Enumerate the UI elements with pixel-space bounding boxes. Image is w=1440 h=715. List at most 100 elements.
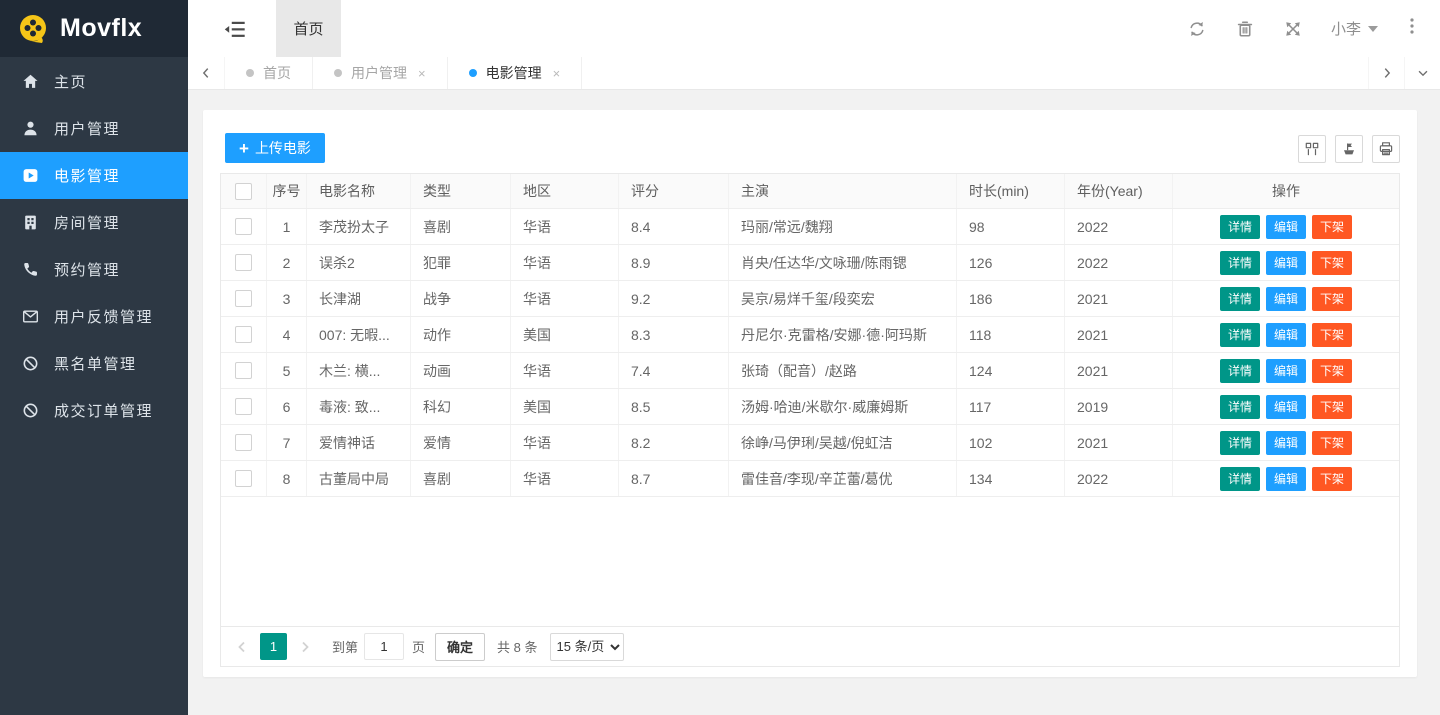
header-actions: 小李 — [1173, 0, 1440, 57]
take-down-button[interactable]: 下架 — [1312, 250, 1353, 275]
cell-year: 2021 — [1065, 281, 1173, 316]
cell-no: 8 — [267, 461, 307, 496]
columns-filter-icon[interactable] — [1298, 135, 1326, 163]
close-icon[interactable]: × — [553, 66, 561, 81]
detail-button[interactable]: 详情 — [1219, 322, 1260, 347]
refresh-icon[interactable] — [1188, 20, 1206, 38]
cell-region: 美国 — [511, 389, 619, 424]
detail-button[interactable]: 详情 — [1219, 250, 1260, 275]
edit-button[interactable]: 编辑 — [1265, 250, 1306, 275]
edit-button[interactable]: 编辑 — [1265, 394, 1306, 419]
sidebar-item-blacklist[interactable]: 黑名单管理 — [0, 340, 188, 387]
column-header: 类型 — [411, 174, 511, 208]
take-down-button[interactable]: 下架 — [1312, 214, 1353, 239]
cell-type: 喜剧 — [411, 461, 511, 496]
row-checkbox[interactable] — [235, 290, 252, 307]
upload-movie-label: 上传电影 — [254, 140, 311, 156]
tab-dot-icon — [246, 69, 254, 77]
cell-movie-name: 长津湖 — [307, 281, 411, 316]
cell-actors: 徐峥/马伊琍/吴越/倪虹洁 — [729, 425, 957, 460]
edit-button[interactable]: 编辑 — [1265, 286, 1306, 311]
edit-button[interactable]: 编辑 — [1265, 214, 1306, 239]
take-down-button[interactable]: 下架 — [1312, 322, 1353, 347]
upload-movie-button[interactable]: + 上传电影 — [225, 133, 325, 163]
phone-icon — [22, 261, 39, 278]
cell-no: 5 — [267, 353, 307, 388]
row-checkbox[interactable] — [235, 434, 252, 451]
more-icon[interactable] — [1404, 17, 1420, 40]
current-page-button[interactable]: 1 — [260, 633, 287, 660]
sidebar-item-orders[interactable]: 成交订单管理 — [0, 387, 188, 434]
sidebar-item-home[interactable]: 主页 — [0, 58, 188, 105]
edit-button[interactable]: 编辑 — [1265, 322, 1306, 347]
row-checkbox[interactable] — [235, 362, 252, 379]
cell-score: 8.2 — [619, 425, 729, 460]
header-home-tab[interactable]: 首页 — [276, 0, 341, 57]
cell-region: 华语 — [511, 461, 619, 496]
take-down-button[interactable]: 下架 — [1312, 358, 1353, 383]
prev-page-icon[interactable] — [229, 634, 255, 660]
row-checkbox[interactable] — [235, 326, 252, 343]
tabs-menu-icon[interactable] — [1404, 57, 1440, 89]
cell-movie-name: 古董局中局 — [307, 461, 411, 496]
detail-button[interactable]: 详情 — [1219, 430, 1260, 455]
next-page-icon[interactable] — [292, 634, 318, 660]
goto-label: 到第 — [332, 640, 359, 655]
tab-label: 电影管理 — [485, 65, 542, 81]
sidebar-menu: 主页 用户管理 电影管理 房间管理 预约管理 用户反馈管理 黑名单管理 成交订单… — [0, 57, 188, 434]
home-icon — [22, 73, 39, 90]
edit-button[interactable]: 编辑 — [1265, 358, 1306, 383]
tab-movie-management[interactable]: 电影管理 × — [448, 57, 583, 89]
detail-button[interactable]: 详情 — [1219, 466, 1260, 491]
row-checkbox[interactable] — [235, 254, 252, 271]
cell-score: 7.4 — [619, 353, 729, 388]
sidebar-item-rooms[interactable]: 房间管理 — [0, 199, 188, 246]
fullscreen-icon[interactable] — [1284, 20, 1302, 38]
row-checkbox[interactable] — [235, 218, 252, 235]
username: 小李 — [1330, 21, 1361, 38]
select-all-checkbox[interactable] — [235, 182, 252, 200]
detail-button[interactable]: 详情 — [1219, 394, 1260, 419]
cell-duration: 126 — [957, 245, 1065, 280]
select-all-cell — [221, 174, 267, 208]
sidebar-item-reservations[interactable]: 预约管理 — [0, 246, 188, 293]
take-down-button[interactable]: 下架 — [1312, 286, 1353, 311]
cell-year: 2021 — [1065, 353, 1173, 388]
tab-user-management[interactable]: 用户管理 × — [313, 57, 448, 89]
sidebar-item-label: 黑名单管理 — [54, 356, 137, 373]
detail-button[interactable]: 详情 — [1219, 358, 1260, 383]
user-menu[interactable]: 小李 — [1331, 18, 1378, 39]
edit-button[interactable]: 编辑 — [1265, 430, 1306, 455]
page-size-select[interactable]: 15 条/页 — [549, 632, 624, 661]
cell-type: 动画 — [411, 353, 511, 388]
edit-button[interactable]: 编辑 — [1265, 466, 1306, 491]
cell-no: 6 — [267, 389, 307, 424]
cell-score: 8.3 — [619, 317, 729, 352]
sidebar: Movflx 主页 用户管理 电影管理 房间管理 预约管理 用户反馈管理 黑名单… — [0, 0, 188, 715]
print-icon[interactable] — [1372, 135, 1400, 163]
detail-button[interactable]: 详情 — [1219, 286, 1260, 311]
sidebar-item-label: 用户管理 — [54, 121, 121, 138]
row-checkbox[interactable] — [235, 470, 252, 487]
cell-actors: 雷佳音/李现/辛芷蕾/葛优 — [729, 461, 957, 496]
tabs-scroll-left-icon[interactable] — [188, 57, 224, 89]
sidebar-item-movies[interactable]: 电影管理 — [0, 152, 188, 199]
trash-icon[interactable] — [1236, 20, 1254, 38]
detail-button[interactable]: 详情 — [1219, 214, 1260, 239]
row-checkbox[interactable] — [235, 398, 252, 415]
sidebar-item-users[interactable]: 用户管理 — [0, 105, 188, 152]
close-icon[interactable]: × — [418, 66, 426, 81]
collapse-sidebar-icon[interactable] — [224, 19, 246, 38]
table-header-row: 序号 电影名称 类型 地区 评分 主演 时长(min) 年份(Year) 操作 — [221, 174, 1399, 209]
goto-page-input[interactable] — [364, 633, 405, 660]
take-down-button[interactable]: 下架 — [1312, 394, 1353, 419]
tab-home[interactable]: 首页 — [224, 57, 313, 89]
export-icon[interactable] — [1335, 135, 1363, 163]
table-row: 3 长津湖 战争 华语 9.2 吴京/易烊千玺/段奕宏 186 2021 详情 … — [221, 281, 1399, 317]
top-header: 首页 小李 — [188, 0, 1440, 57]
take-down-button[interactable]: 下架 — [1312, 430, 1353, 455]
take-down-button[interactable]: 下架 — [1312, 466, 1353, 491]
sidebar-item-feedback[interactable]: 用户反馈管理 — [0, 293, 188, 340]
confirm-page-button[interactable]: 确定 — [435, 632, 486, 661]
tabs-scroll-right-icon[interactable] — [1368, 57, 1404, 89]
